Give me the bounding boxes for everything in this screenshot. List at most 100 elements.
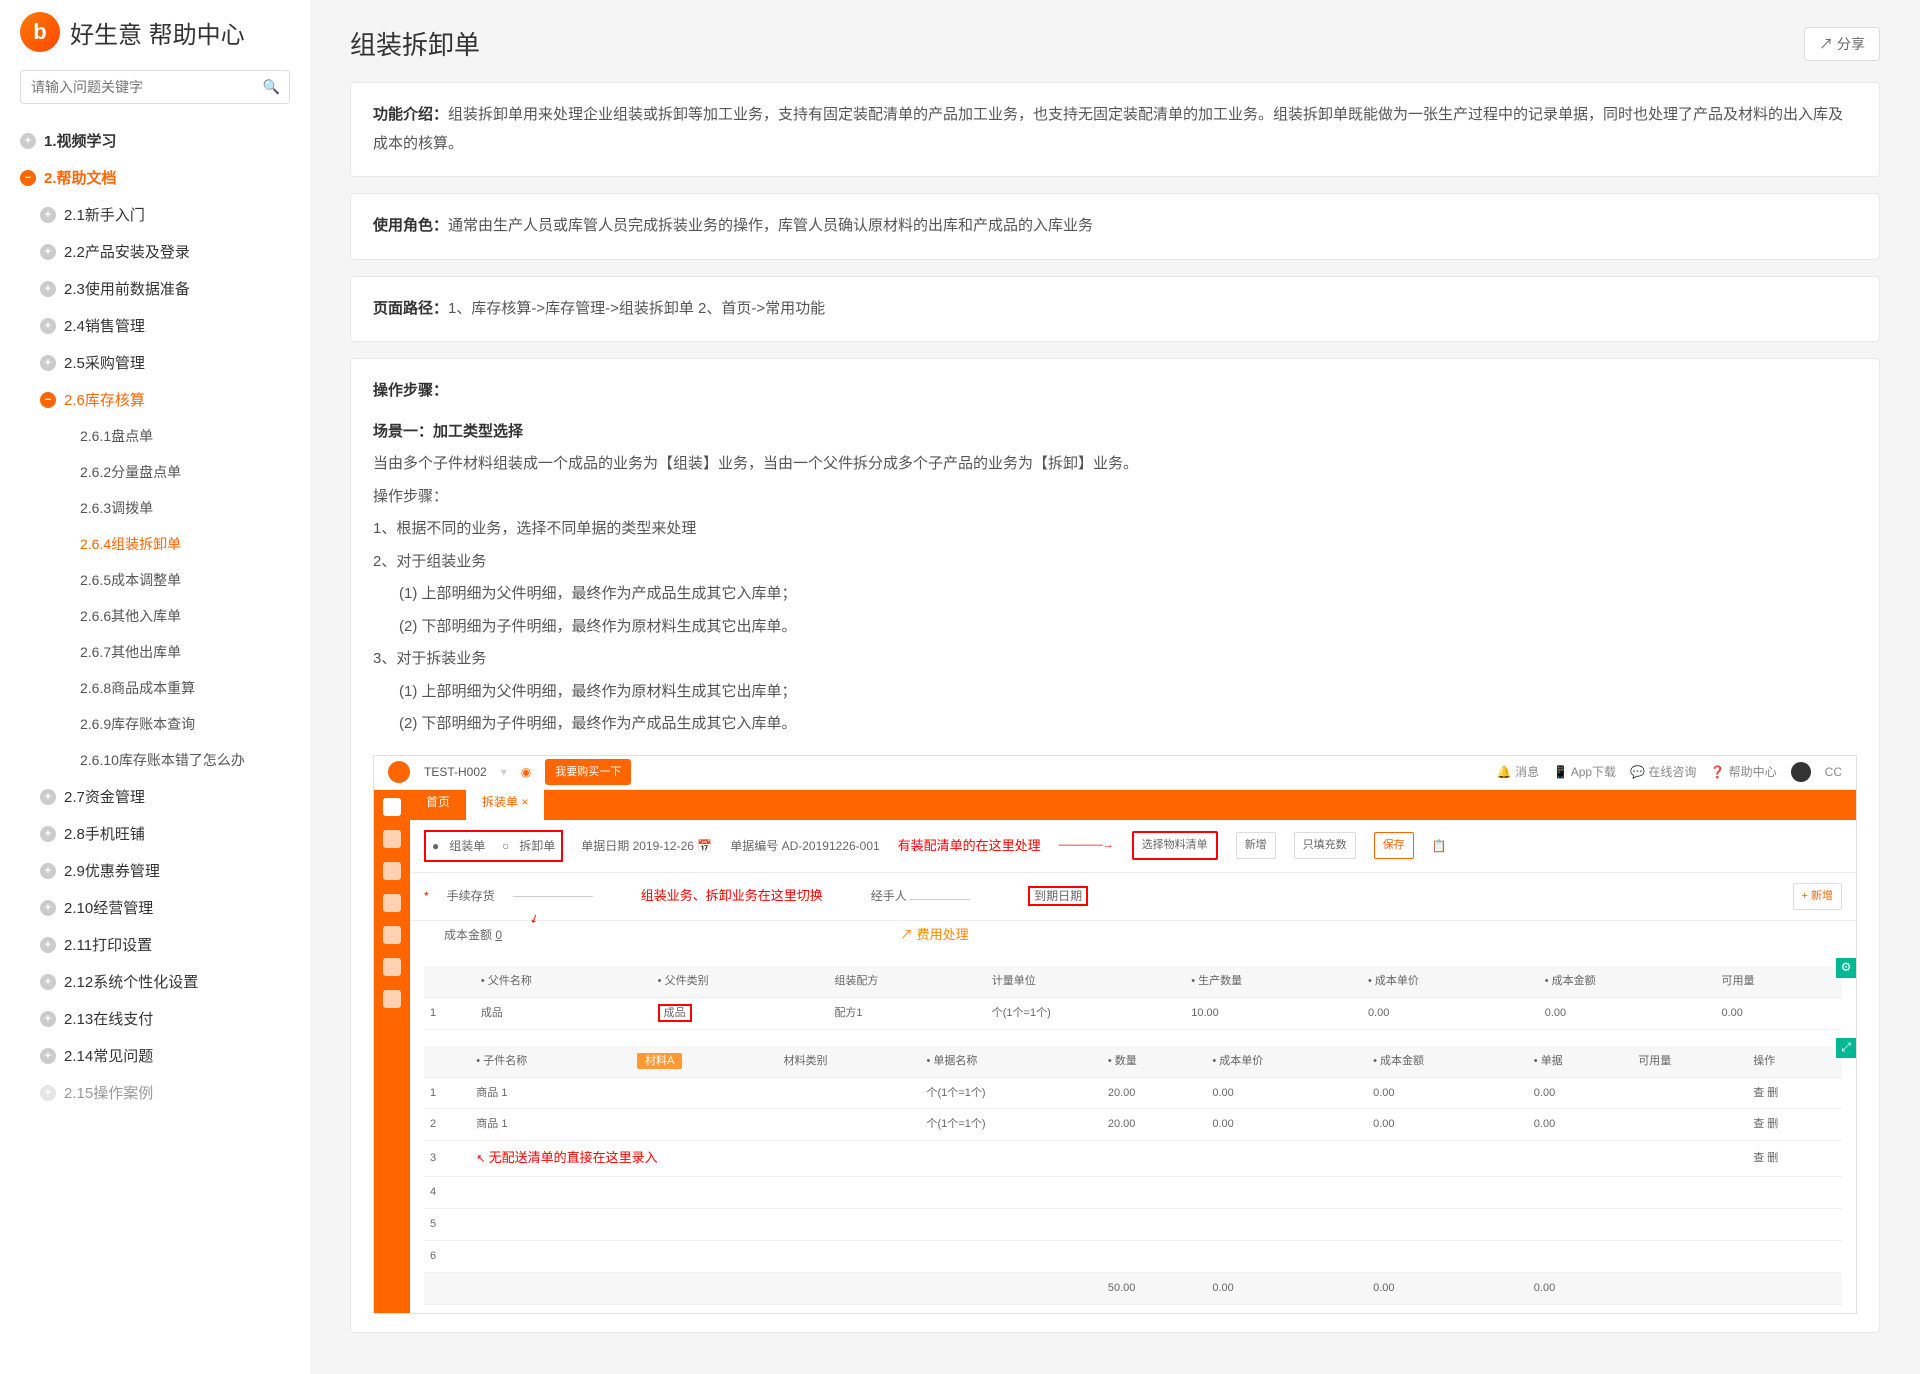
role-card: 使用角色：通常由生产人员或库管人员完成拆装业务的操作，库管人员确认原材料的出库和… [350,193,1880,260]
step-sub: 操作步骤： [373,483,1857,512]
nav-docs[interactable]: −2.帮助文档 [20,159,290,196]
nav-icon [383,894,401,912]
nav-2-12[interactable]: +2.12系统个性化设置 [20,963,290,1000]
step-3: 3、对于拆装业务 [373,645,1857,674]
embedded-screenshot: TEST-H002 ▾ ◉ 我要购买一下 🔔 消息 📱 App下载 💬 在线咨询… [373,755,1857,1314]
nav-2-6-9[interactable]: 2.6.9库存账本查询 [20,706,290,742]
parent-table: • 父件名称• 父件类别组装配方计量单位• 生产数量• 成本单价• 成本金额可用… [424,966,1842,1030]
role-label: 使用角色： [373,217,448,234]
intro-text: 组装拆卸单用来处理企业组装或拆卸等加工业务，支持有固定装配清单的产品加工业务，也… [373,106,1843,152]
expand-icon: + [40,318,56,334]
expand-icon: + [40,974,56,990]
expand-icon: + [40,1085,56,1101]
expand-icon: + [20,133,36,149]
expand-icon: + [40,281,56,297]
brand-text: 好生意 帮助中心 [70,15,245,50]
ss-note4: 无配送清单的直接在这里录入 [489,1150,658,1165]
expand-icon: + [40,900,56,916]
nav-2-6-2[interactable]: 2.6.2分量盘点单 [20,454,290,490]
ss-tab-home: 首页 [410,785,466,820]
scene-title: 场景一：加工类型选择 [373,418,1857,447]
nav-2-4[interactable]: +2.4销售管理 [20,307,290,344]
step-3b: (2) 下部明细为子件明细，最终作为产成品生成其它入库单。 [373,710,1857,739]
share-button[interactable]: ↗ 分享 [1804,27,1880,61]
nav-2-6-3[interactable]: 2.6.3调拨单 [20,490,290,526]
nav-2-13[interactable]: +2.13在线支付 [20,1000,290,1037]
ss-tabs: 首页 拆装单 × [410,790,1856,820]
intro-card: 功能介绍：组装拆卸单用来处理企业组装或拆卸等加工业务，支持有固定装配清单的产品加… [350,82,1880,177]
ss-note2: 组装业务、拆卸业务在这里切换 [641,884,823,909]
collapse-icon: − [20,170,36,186]
ss-company: TEST-H002 [424,761,487,784]
logo-icon: b [20,12,60,52]
ss-side-nav [374,790,410,1313]
nav-2-6-5[interactable]: 2.6.5成本调整单 [20,562,290,598]
expand-icon: + [40,1048,56,1064]
nav-icon [383,830,401,848]
step-2: 2、对于组装业务 [373,548,1857,577]
expand-icon: + [40,355,56,371]
intro-label: 功能介绍： [373,106,448,123]
nav-2-6-4[interactable]: 2.6.4组装拆卸单 [20,526,290,562]
path-text: 1、库存核算->库存管理->组装拆卸单 2、首页->常用功能 [448,300,825,317]
search-input[interactable] [20,70,290,104]
ss-topbar: TEST-H002 ▾ ◉ 我要购买一下 🔔 消息 📱 App下载 💬 在线咨询… [374,756,1856,790]
role-text: 通常由生产人员或库管人员完成拆装业务的操作，库管人员确认原材料的出库和产成品的入… [448,217,1093,234]
search-container: 🔍 [20,70,290,104]
search-icon[interactable]: 🔍 [263,79,280,96]
sidebar: b 好生意 帮助中心 🔍 +1.视频学习 −2.帮助文档 +2.1新手入门 +2… [0,0,310,1374]
nav-2-9[interactable]: +2.9优惠券管理 [20,852,290,889]
expand-icon: + [40,863,56,879]
expand-icon: + [40,244,56,260]
nav-2-3[interactable]: +2.3使用前数据准备 [20,270,290,307]
steps-title: 操作步骤： [373,377,1857,406]
nav-icon [383,958,401,976]
nav-video[interactable]: +1.视频学习 [20,122,290,159]
scene-desc: 当由多个子件材料组装成一个成品的业务为【组装】业务，当由一个父件拆分成多个子产品… [373,450,1857,479]
nav-2-6[interactable]: −2.6库存核算 [20,381,290,418]
nav-2-1[interactable]: +2.1新手入门 [20,196,290,233]
nav-icon [383,926,401,944]
ss-try-button: 我要购买一下 [545,759,631,786]
step-1: 1、根据不同的业务，选择不同单据的类型来处理 [373,515,1857,544]
ss-note1: 有装配清单的在这里处理 [898,834,1041,859]
nav-2-14[interactable]: +2.14常见问题 [20,1037,290,1074]
home-icon [383,798,401,816]
step-3a: (1) 上部明细为父件明细，最终作为原材料生成其它出库单； [373,678,1857,707]
nav-2-7[interactable]: +2.7资金管理 [20,778,290,815]
nav-2-11[interactable]: +2.11打印设置 [20,926,290,963]
nav-2-2[interactable]: +2.2产品安装及登录 [20,233,290,270]
nav-2-6-7[interactable]: 2.6.7其他出库单 [20,634,290,670]
ss-note3: ↗ 费用处理 [900,923,969,948]
settings-icon: ⚙ [1836,958,1856,978]
ss-logo-icon [388,761,410,783]
expand-icon: ⤢ [1836,1038,1856,1058]
path-card: 页面路径：1、库存核算->库存管理->组装拆卸单 2、首页->常用功能 [350,276,1880,343]
nav-2-6-8[interactable]: 2.6.8商品成本重算 [20,670,290,706]
path-label: 页面路径： [373,300,448,317]
nav-2-6-10[interactable]: 2.6.10库存账本错了怎么办 [20,742,290,778]
expand-icon: + [40,789,56,805]
nav-2-6-1[interactable]: 2.6.1盘点单 [20,418,290,454]
expand-icon: + [40,207,56,223]
step-2a: (1) 上部明细为父件明细，最终作为产成品生成其它入库单； [373,580,1857,609]
ss-select-bom: 选择物料清单 [1132,831,1218,860]
expand-icon: + [40,826,56,842]
brand: b 好生意 帮助中心 [20,12,290,52]
page-title: 组装拆卸单 [350,25,480,62]
ss-type-radio: ● 组装单 ○ 拆卸单 [424,830,563,863]
nav-2-5[interactable]: +2.5采购管理 [20,344,290,381]
steps-card: 操作步骤： 场景一：加工类型选择 当由多个子件材料组装成一个成品的业务为【组装】… [350,358,1880,1333]
nav-2-8[interactable]: +2.8手机旺铺 [20,815,290,852]
main-content: 组装拆卸单 ↗ 分享 功能介绍：组装拆卸单用来处理企业组装或拆卸等加工业务，支持… [310,0,1920,1374]
child-table: • 子件名称材料A材料类别• 单据名称• 数量• 成本单价• 成本金额• 单据可… [424,1046,1842,1305]
step-2b: (2) 下部明细为子件明细，最终作为原材料生成其它出库单。 [373,613,1857,642]
collapse-icon: − [40,392,56,408]
ss-tab-form: 拆装单 × [466,785,544,820]
expand-icon: + [40,1011,56,1027]
nav-2-6-6[interactable]: 2.6.6其他入库单 [20,598,290,634]
nav-icon [383,862,401,880]
expand-icon: + [40,937,56,953]
nav-2-15[interactable]: +2.15操作案例 [20,1074,290,1111]
nav-2-10[interactable]: +2.10经营管理 [20,889,290,926]
